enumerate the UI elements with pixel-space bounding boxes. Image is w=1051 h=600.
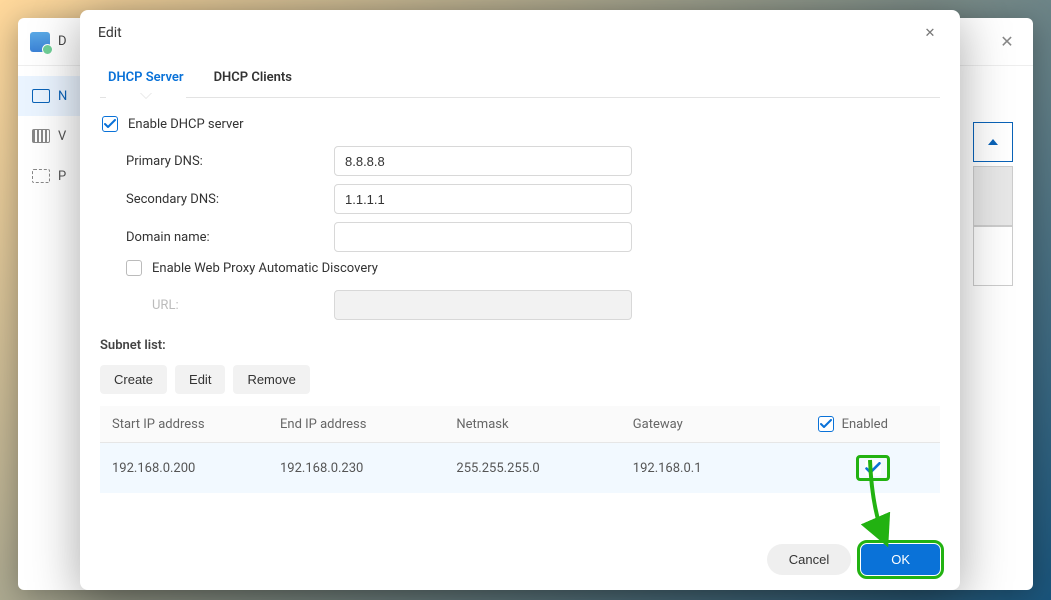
col-enabled[interactable]: Enabled (806, 406, 940, 443)
cell-start: 192.168.0.200 (100, 443, 268, 494)
create-button[interactable]: Create (100, 365, 167, 394)
edit-modal: Edit ✕ DHCP Server DHCP Clients Enable D… (80, 10, 960, 590)
panel-stack-2 (973, 226, 1013, 286)
wpad-label: Enable Web Proxy Automatic Discovery (152, 261, 378, 276)
close-icon[interactable]: ✕ (918, 21, 942, 45)
domain-name-label: Domain name: (126, 230, 334, 245)
primary-dns-input[interactable] (334, 146, 632, 176)
cell-enabled (806, 443, 940, 494)
modal-title: Edit (98, 25, 122, 41)
header-enabled-checkbox[interactable] (818, 416, 834, 432)
table-row[interactable]: 192.168.0.200 192.168.0.230 255.255.255.… (100, 443, 940, 494)
primary-dns-label: Primary DNS: (126, 154, 334, 169)
enable-dhcp-label: Enable DHCP server (128, 117, 244, 132)
col-netmask[interactable]: Netmask (444, 406, 620, 443)
wpad-checkbox[interactable] (126, 260, 142, 276)
modal-footer: Cancel OK (80, 528, 960, 590)
chevron-up-icon (988, 139, 998, 145)
col-gateway[interactable]: Gateway (621, 406, 806, 443)
row-enabled-highlight (856, 455, 890, 481)
pxe-icon (32, 169, 50, 183)
network-icon (32, 89, 50, 103)
cell-gateway: 192.168.0.1 (621, 443, 806, 494)
domain-name-input[interactable] (334, 222, 632, 252)
enable-dhcp-checkbox[interactable] (102, 116, 118, 132)
app-icon (30, 32, 50, 52)
url-label: URL: (152, 298, 334, 313)
panel-collapse-button[interactable] (973, 122, 1013, 162)
cancel-button[interactable]: Cancel (767, 544, 851, 575)
cell-netmask: 255.255.255.0 (444, 443, 620, 494)
edit-button[interactable]: Edit (175, 365, 225, 394)
remove-button[interactable]: Remove (233, 365, 309, 394)
row-enabled-checkbox[interactable] (865, 460, 881, 476)
panel-stack-1 (973, 166, 1013, 226)
cell-end: 192.168.0.230 (268, 443, 444, 494)
col-enabled-label: Enabled (842, 417, 888, 432)
modal-tabs: DHCP Server DHCP Clients (100, 60, 940, 98)
ok-button[interactable]: OK (861, 544, 940, 575)
building-icon (32, 129, 50, 143)
secondary-dns-input[interactable] (334, 184, 632, 214)
url-input (334, 290, 632, 320)
tab-dhcp-server[interactable]: DHCP Server (106, 60, 186, 97)
secondary-dns-label: Secondary DNS: (126, 192, 334, 207)
subnet-toolbar: Create Edit Remove (100, 365, 940, 394)
bg-title-initial: D (58, 34, 67, 49)
col-end[interactable]: End IP address (268, 406, 444, 443)
subnet-table: Start IP address End IP address Netmask … (100, 406, 940, 493)
subnet-list-title: Subnet list: (100, 338, 940, 353)
modal-header: Edit ✕ (80, 10, 960, 56)
bg-close-icon[interactable]: ✕ (993, 28, 1021, 56)
tab-dhcp-clients[interactable]: DHCP Clients (212, 60, 294, 97)
col-start[interactable]: Start IP address (100, 406, 268, 443)
